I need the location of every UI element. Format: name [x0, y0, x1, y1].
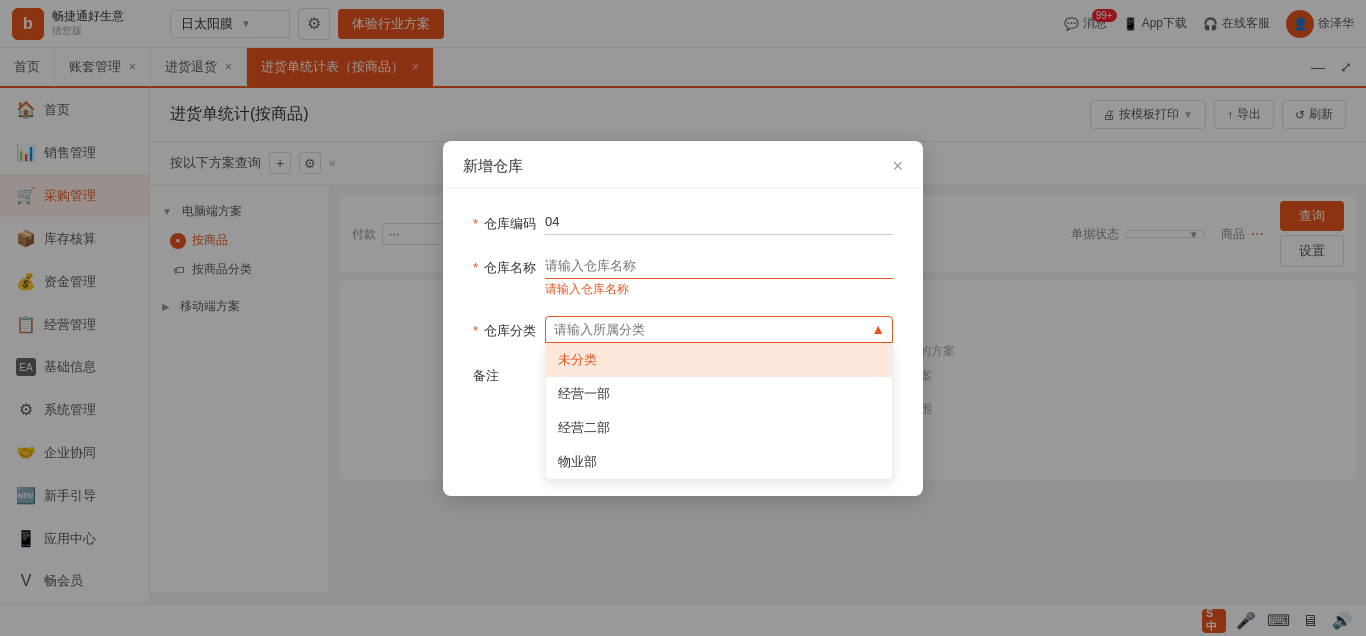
warehouse-code-input[interactable] [545, 209, 893, 235]
warehouse-category-label-text: 仓库分类 [484, 323, 536, 338]
warehouse-code-input-wrap [545, 209, 893, 235]
warehouse-name-input[interactable] [545, 253, 893, 279]
warehouse-category-input[interactable] [545, 316, 893, 343]
form-row-warehouse-code: * 仓库编码 [473, 209, 893, 235]
required-star-3: * [473, 323, 478, 338]
warehouse-category-select-wrap: ▲ 未分类 经营一部 经营二部 物业部 [545, 316, 893, 343]
category-dropdown-arrow[interactable]: ▲ [871, 321, 885, 337]
modal-title: 新增仓库 [463, 157, 523, 176]
warehouse-code-label-text: 仓库编码 [484, 216, 536, 231]
category-dropdown-list: 未分类 经营一部 经营二部 物业部 [545, 343, 893, 480]
modal-close-button[interactable]: × [892, 157, 903, 175]
dropdown-item-property[interactable]: 物业部 [546, 445, 892, 479]
dropdown-uncategorized-label: 未分类 [558, 352, 597, 367]
modal-body: * 仓库编码 * 仓库名称 请输入仓库名称 [443, 189, 923, 446]
warehouse-name-label-text: 仓库名称 [484, 260, 536, 275]
warehouse-name-label: * 仓库名称 [473, 253, 545, 277]
modal-dialog: 新增仓库 × * 仓库编码 * 仓库名称 [443, 141, 923, 496]
dropdown-dept1-label: 经营一部 [558, 386, 610, 401]
warehouse-category-label: * 仓库分类 [473, 316, 545, 340]
dropdown-property-label: 物业部 [558, 454, 597, 469]
warehouse-code-label: * 仓库编码 [473, 209, 545, 233]
warehouse-name-input-wrap: 请输入仓库名称 [545, 253, 893, 298]
dropdown-dept2-label: 经营二部 [558, 420, 610, 435]
required-star-2: * [473, 260, 478, 275]
form-row-warehouse-category: * 仓库分类 ▲ 未分类 经营一部 经营二部 [473, 316, 893, 343]
modal-header: 新增仓库 × [443, 141, 923, 189]
remark-label: 备注 [473, 361, 545, 385]
dropdown-item-uncategorized[interactable]: 未分类 [546, 343, 892, 377]
dropdown-item-dept2[interactable]: 经营二部 [546, 411, 892, 445]
form-row-warehouse-name: * 仓库名称 请输入仓库名称 [473, 253, 893, 298]
modal-overlay[interactable]: 新增仓库 × * 仓库编码 * 仓库名称 [0, 0, 1366, 636]
required-star: * [473, 216, 478, 231]
warehouse-name-error: 请输入仓库名称 [545, 281, 893, 298]
dropdown-item-dept1[interactable]: 经营一部 [546, 377, 892, 411]
